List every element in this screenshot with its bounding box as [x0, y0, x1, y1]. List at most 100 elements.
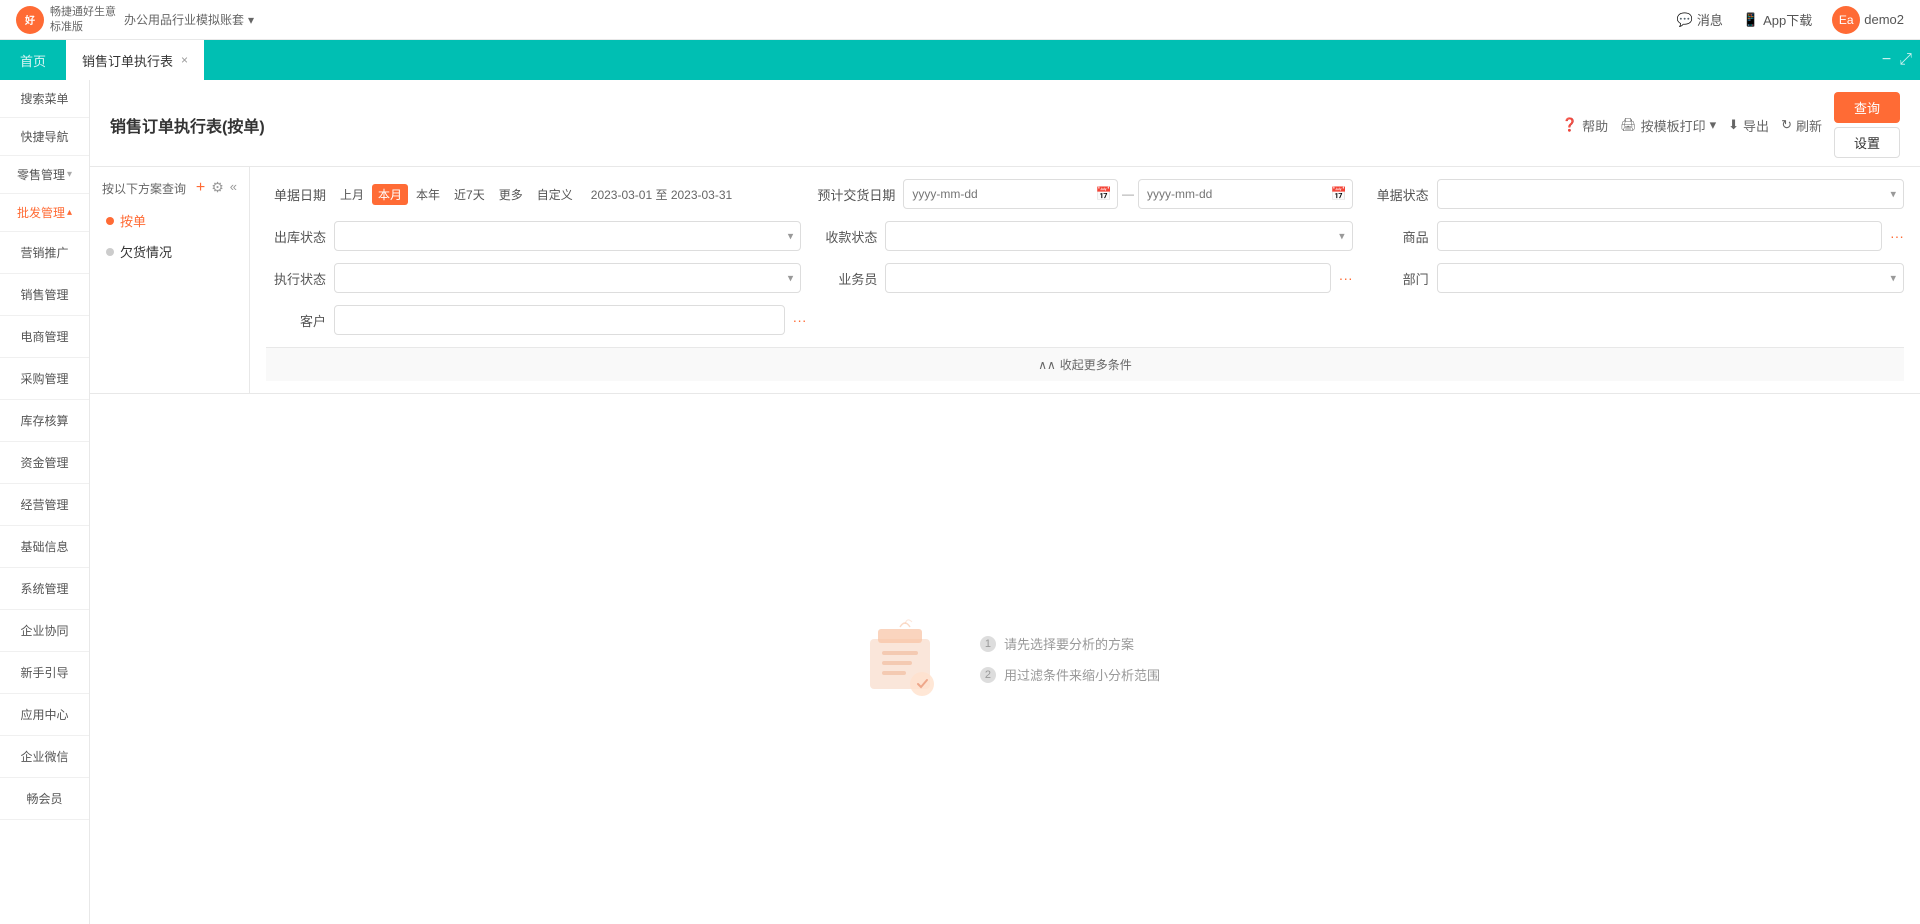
expected-date-start: 📅 — [903, 179, 1118, 209]
expected-date-start-input[interactable] — [903, 179, 1118, 209]
main-layout: 搜索菜单 快捷导航 零售管理 ▾ 批发管理 ▴ 营销推广 销售管理 电商管理 采… — [0, 80, 1920, 924]
doc-status-select[interactable] — [1437, 179, 1904, 209]
settings-scheme-icon[interactable]: ⚙ — [211, 179, 224, 197]
filter-dept: 部门 — [1369, 263, 1904, 293]
date-tab-custom[interactable]: 自定义 — [531, 184, 579, 205]
filter-row-3: 执行状态 业务员 ··· 部门 — [266, 263, 1904, 293]
top-header: 好 畅捷通好生意 标准版 办公用品行业模拟账套 ▾ 💬 消息 📱 App下载 E… — [0, 0, 1920, 40]
empty-content: 1 请先选择要分析的方案 2 用过滤条件来缩小分析范围 — [850, 609, 1160, 709]
sidebar-item-inventory[interactable]: 库存核算 — [0, 400, 89, 442]
goods-label: 商品 — [1369, 227, 1429, 246]
print-icon: 🖨 — [1620, 117, 1637, 133]
refresh-icon: ↻ — [1781, 117, 1792, 133]
export-action[interactable]: ⬇ 导出 — [1728, 116, 1769, 135]
tab-sales-order[interactable]: 销售订单执行表 × — [66, 40, 204, 80]
sidebar-search-menu[interactable]: 搜索菜单 — [0, 80, 89, 118]
empty-illustration — [850, 609, 950, 709]
receipt-status-select[interactable] — [885, 221, 1352, 251]
sidebar-item-system[interactable]: 系统管理 — [0, 568, 89, 610]
settings-button[interactable]: 设置 — [1834, 127, 1900, 158]
filter-main: 单据日期 上月 本月 本年 近7天 更多 自定义 2023-03-01 至 20… — [250, 167, 1920, 393]
receipt-status-select-wrap — [885, 221, 1352, 251]
expected-date-end-input[interactable] — [1138, 179, 1353, 209]
sidebar-item-basic-info[interactable]: 基础信息 — [0, 526, 89, 568]
message-action[interactable]: 💬 消息 — [1677, 10, 1723, 29]
sidebar-item-finance[interactable]: 资金管理 — [0, 442, 89, 484]
empty-state: 1 请先选择要分析的方案 2 用过滤条件来缩小分析范围 — [90, 394, 1920, 924]
chevron-down-icon: ▾ — [67, 169, 72, 180]
empty-tip-1: 1 请先选择要分析的方案 — [980, 634, 1160, 653]
help-action[interactable]: ❓ 帮助 — [1562, 116, 1608, 135]
sidebar-item-marketing[interactable]: 营销推广 — [0, 232, 89, 274]
doc-status-select-wrap — [1437, 179, 1904, 209]
sidebar-item-sales[interactable]: 销售管理 — [0, 274, 89, 316]
out-status-select-wrap — [334, 221, 801, 251]
breadcrumb-dropdown-icon[interactable]: ▾ — [248, 13, 254, 27]
app-download-action[interactable]: 📱 App下载 — [1743, 10, 1812, 29]
page-title: 销售订单执行表(按单) — [110, 113, 265, 137]
scheme-by-order[interactable]: 按单 — [90, 205, 249, 236]
customer-more-icon[interactable]: ··· — [793, 312, 807, 328]
page-actions: ❓ 帮助 🖨 按模板打印 ▾ ⬇ 导出 ↻ 刷新 查询 — [1562, 92, 1900, 158]
collapse-filter-button[interactable]: ∧∧ 收起更多条件 — [266, 347, 1904, 381]
exec-status-select-wrap — [334, 263, 801, 293]
dept-select[interactable] — [1437, 263, 1904, 293]
tip-2-text: 用过滤条件来缩小分析范围 — [1004, 665, 1160, 684]
customer-input[interactable] — [334, 305, 785, 335]
help-icon: ❓ — [1562, 117, 1578, 133]
page-header: 销售订单执行表(按单) ❓ 帮助 🖨 按模板打印 ▾ ⬇ 导出 ↻ 刷新 — [90, 80, 1920, 167]
sidebar-item-enterprise-wechat[interactable]: 企业微信 — [0, 736, 89, 778]
user-profile[interactable]: Ea demo2 — [1832, 6, 1904, 34]
add-scheme-icon[interactable]: + — [196, 179, 205, 197]
goods-more-icon[interactable]: ··· — [1890, 228, 1904, 244]
date-tab-more[interactable]: 更多 — [493, 184, 529, 205]
calendar-start-icon: 📅 — [1096, 186, 1112, 202]
date-tab-7days[interactable]: 近7天 — [448, 184, 491, 205]
filter-sidebar-header: 按以下方案查询 + ⚙ « — [90, 179, 249, 205]
date-separator: — — [1122, 187, 1134, 201]
sidebar-item-ecommerce[interactable]: 电商管理 — [0, 316, 89, 358]
sidebar-item-member[interactable]: 畅会员 — [0, 778, 89, 820]
date-range-text: 2023-03-01 至 2023-03-31 — [591, 186, 732, 203]
header-left: 好 畅捷通好生意 标准版 办公用品行业模拟账套 ▾ — [16, 5, 254, 34]
tab-minimize-icon[interactable]: − — [1882, 51, 1891, 69]
out-status-select[interactable] — [334, 221, 801, 251]
content-area: 销售订单执行表(按单) ❓ 帮助 🖨 按模板打印 ▾ ⬇ 导出 ↻ 刷新 — [90, 80, 1920, 924]
sidebar: 搜索菜单 快捷导航 零售管理 ▾ 批发管理 ▴ 营销推广 销售管理 电商管理 采… — [0, 80, 90, 924]
dept-label: 部门 — [1369, 269, 1429, 288]
sidebar-item-retail[interactable]: 零售管理 ▾ — [0, 156, 89, 194]
sidebar-item-appstore[interactable]: 应用中心 — [0, 694, 89, 736]
chevron-up-icon: ▴ — [67, 207, 72, 218]
scheme-backorder[interactable]: 欠货情况 — [90, 236, 249, 267]
template-print-action[interactable]: 🖨 按模板打印 ▾ — [1620, 116, 1716, 135]
logo-area: 好 畅捷通好生意 标准版 — [16, 5, 116, 34]
export-icon: ⬇ — [1728, 117, 1739, 133]
sidebar-item-wholesale[interactable]: 批发管理 ▴ — [0, 194, 89, 232]
inactive-dot — [106, 248, 114, 256]
breadcrumb[interactable]: 办公用品行业模拟账套 ▾ — [124, 11, 254, 28]
collapse-icon: ∧∧ — [1038, 358, 1056, 372]
tab-home[interactable]: 首页 — [0, 40, 66, 80]
query-button[interactable]: 查询 — [1834, 92, 1900, 123]
sidebar-quick-nav[interactable]: 快捷导航 — [0, 118, 89, 156]
sidebar-item-operations[interactable]: 经营管理 — [0, 484, 89, 526]
collapse-sidebar-icon[interactable]: « — [230, 179, 237, 197]
goods-input[interactable] — [1437, 221, 1882, 251]
exec-status-select[interactable] — [334, 263, 801, 293]
sidebar-item-purchase[interactable]: 采购管理 — [0, 358, 89, 400]
expected-date-end: 📅 — [1138, 179, 1353, 209]
empty-tips: 1 请先选择要分析的方案 2 用过滤条件来缩小分析范围 — [980, 634, 1160, 684]
sidebar-item-enterprise[interactable]: 企业协同 — [0, 610, 89, 652]
header-right: 💬 消息 📱 App下载 Ea demo2 — [1677, 6, 1904, 34]
refresh-action[interactable]: ↻ 刷新 — [1781, 116, 1822, 135]
date-tab-last-month[interactable]: 上月 — [334, 184, 370, 205]
date-tab-current-year[interactable]: 本年 — [410, 184, 446, 205]
customer-label: 客户 — [266, 311, 326, 330]
salesman-input[interactable] — [885, 263, 1330, 293]
date-tab-current-month[interactable]: 本月 — [372, 184, 408, 205]
salesman-more-icon[interactable]: ··· — [1339, 270, 1353, 286]
tab-close-icon[interactable]: × — [181, 53, 188, 67]
tab-maximize-icon[interactable]: ⤢ — [1899, 51, 1912, 69]
sidebar-item-newbie[interactable]: 新手引导 — [0, 652, 89, 694]
filter-row-1: 单据日期 上月 本月 本年 近7天 更多 自定义 2023-03-01 至 20… — [266, 179, 1904, 209]
